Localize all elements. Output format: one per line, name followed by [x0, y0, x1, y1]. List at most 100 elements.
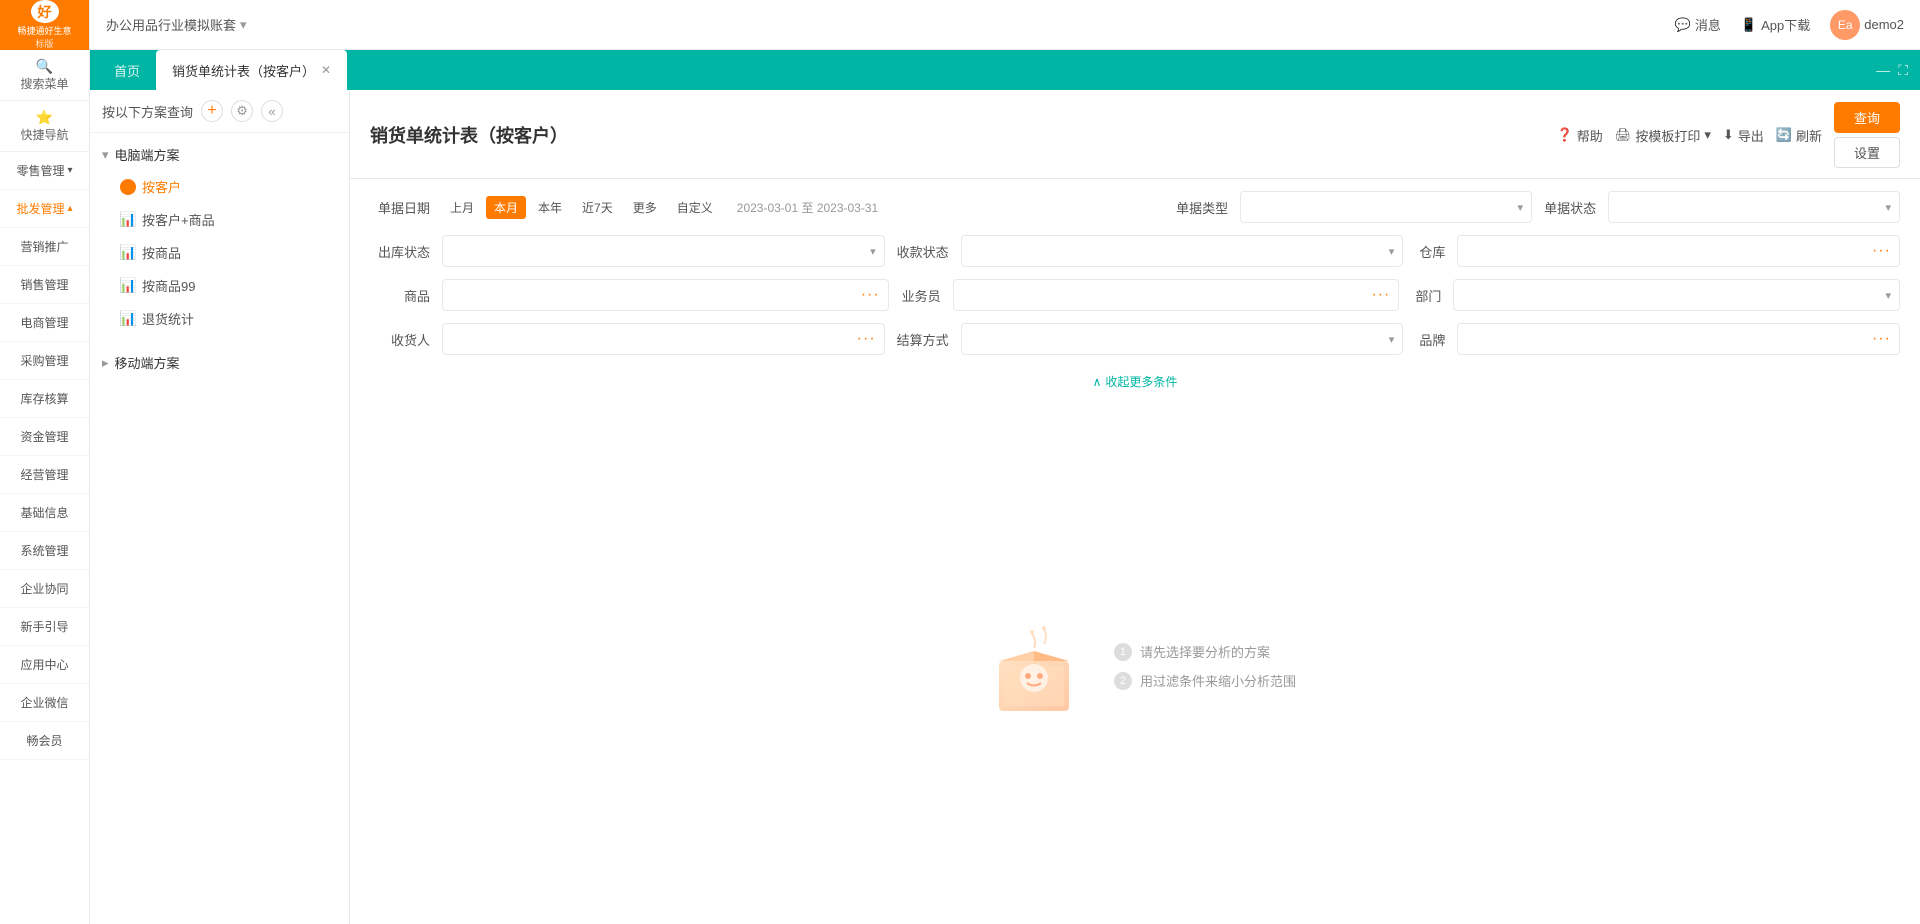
empty-state: 1 请先选择要分析的方案 2 用过滤条件来缩小分析范围 — [350, 408, 1920, 924]
sidebar-item-sales[interactable]: 销售管理 — [0, 266, 89, 304]
chevron-right-icon: ▸ — [102, 355, 109, 371]
sidebar-item-label: 应用中心 — [20, 656, 68, 673]
sidebar-item-finance[interactable]: 资金管理 — [0, 418, 89, 456]
filter-row-2: 出库状态 ▾ 收款状态 ▾ 仓库 ··· — [370, 235, 1900, 267]
empty-hints: 1 请先选择要分析的方案 2 用过滤条件来缩小分析范围 — [1114, 642, 1296, 690]
sidebar-item-inventory[interactable]: 库存核算 — [0, 380, 89, 418]
settlement-select[interactable]: ▾ — [961, 323, 1404, 355]
settings-button[interactable]: 设置 — [1834, 137, 1900, 168]
chevron-down-icon: ▾ — [1885, 289, 1891, 302]
empty-hint-2: 2 用过滤条件来缩小分析范围 — [1114, 671, 1296, 690]
mobile-group-label: 移动端方案 — [115, 353, 180, 372]
payment-select[interactable]: ▾ — [961, 235, 1404, 267]
sidebar-item-wholesale[interactable]: 批发管理 ▴ — [0, 190, 89, 228]
help-icon: ❓ — [1557, 127, 1573, 143]
avatar: Ea — [1830, 10, 1860, 40]
chart-icon: 📊 — [120, 278, 136, 294]
template-print-label: 按模板打印 — [1635, 126, 1700, 145]
customer-icon — [120, 179, 136, 195]
message-icon: 💬 — [1675, 17, 1691, 33]
main-area: 办公用品行业模拟账套 ▾ 💬 消息 📱 App下载 Ea demo2 首页 销货… — [90, 0, 1920, 924]
query-button[interactable]: 查询 — [1834, 102, 1900, 133]
tabbar: 首页 销货单统计表（按客户） ✕ — ⛶ — [90, 50, 1920, 90]
order-status-label: 单据状态 — [1544, 198, 1596, 217]
app-download-label: App下载 — [1761, 15, 1810, 34]
message-btn[interactable]: 💬 消息 — [1675, 15, 1721, 34]
quick-nav[interactable]: ⭐ 快捷导航 — [0, 101, 89, 152]
tab-sales-stats[interactable]: 销货单统计表（按客户） ✕ — [156, 50, 347, 90]
scheme-label: 按客户+商品 — [142, 210, 215, 229]
chevron-down-icon: ▾ — [1518, 201, 1524, 214]
user-profile[interactable]: Ea demo2 — [1830, 10, 1904, 40]
help-button[interactable]: ❓ 帮助 — [1557, 126, 1603, 145]
desktop-group-header[interactable]: ▾ 电脑端方案 — [90, 139, 349, 170]
maximize-icon[interactable]: ⛶ — [1898, 62, 1908, 79]
order-status-select[interactable]: ▾ — [1608, 191, 1900, 223]
refresh-button[interactable]: 🔄 刷新 — [1776, 126, 1822, 145]
scheme-by-product[interactable]: 📊 按商品 — [90, 236, 349, 269]
scheme-label: 按商品 — [142, 243, 181, 262]
sidebar-item-marketing[interactable]: 营销推广 — [0, 228, 89, 266]
left-panel-header: 按以下方案查询 + ⚙ « — [90, 90, 349, 133]
last-7-days-btn[interactable]: 近7天 — [574, 196, 621, 219]
sidebar-item-wechat[interactable]: 企业微信 — [0, 684, 89, 722]
sidebar-item-member[interactable]: 畅会员 — [0, 722, 89, 760]
brand-label: 品牌 — [1415, 330, 1445, 349]
custom-btn[interactable]: 自定义 — [669, 196, 721, 219]
chevron-down-icon: ▾ — [102, 147, 109, 163]
payment-label: 收款状态 — [897, 242, 949, 261]
order-type-select[interactable]: ▾ — [1240, 191, 1532, 223]
sidebar-item-operation[interactable]: 经营管理 — [0, 456, 89, 494]
current-year-btn[interactable]: 本年 — [530, 196, 570, 219]
app-download-btn[interactable]: 📱 App下载 — [1741, 15, 1810, 34]
scheme-by-customer[interactable]: 按客户 — [90, 170, 349, 203]
collapse-panel-button[interactable]: « — [261, 100, 283, 122]
sidebar-item-appcenter[interactable]: 应用中心 — [0, 646, 89, 684]
message-label: 消息 — [1695, 15, 1721, 34]
left-panel: 按以下方案查询 + ⚙ « ▾ 电脑端方案 按客户 📊 按客户+商品 — [90, 90, 350, 924]
salesperson-select[interactable]: ··· — [953, 279, 1400, 311]
add-scheme-button[interactable]: + — [201, 100, 223, 122]
template-print-button[interactable]: 🖨 按模板打印 ▾ — [1615, 126, 1711, 145]
department-select[interactable]: ▾ — [1453, 279, 1900, 311]
company-dropdown[interactable]: 办公用品行业模拟账套 ▾ — [106, 15, 247, 34]
mobile-group-header[interactable]: ▸ 移动端方案 — [90, 347, 349, 378]
logo[interactable]: 好 畅捷通好生意 标版 — [0, 0, 89, 50]
current-month-btn[interactable]: 本月 — [486, 196, 526, 219]
more-btn[interactable]: 更多 — [625, 196, 665, 219]
sidebar-item-basic[interactable]: 基础信息 — [0, 494, 89, 532]
collapse-filters-button[interactable]: ∧ 收起更多条件 — [1087, 367, 1184, 396]
page-header: 销货单统计表（按客户） ❓ 帮助 🖨 按模板打印 ▾ ⬇ — [350, 90, 1920, 179]
chevron-down-icon: ▾ — [1389, 333, 1395, 346]
scheme-label: 退货统计 — [142, 309, 194, 328]
sidebar-item-label: 畅会员 — [26, 732, 62, 749]
scheme-customer-product[interactable]: 📊 按客户+商品 — [90, 203, 349, 236]
sidebar-item-purchase[interactable]: 采购管理 — [0, 342, 89, 380]
print-icon: 🖨 — [1615, 127, 1632, 143]
settings-scheme-button[interactable]: ⚙ — [231, 100, 253, 122]
brand-select[interactable]: ··· — [1457, 323, 1900, 355]
close-tab-icon[interactable]: ✕ — [321, 63, 331, 77]
warehouse-select[interactable]: ··· — [1457, 235, 1900, 267]
export-button[interactable]: ⬇ 导出 — [1723, 126, 1764, 145]
date-quick-btns: 上月 本月 本年 近7天 更多 自定义 — [442, 196, 721, 219]
sidebar-item-newbie[interactable]: 新手引导 — [0, 608, 89, 646]
scheme-return-stats[interactable]: 📊 退货统计 — [90, 302, 349, 335]
scheme-by-product-99[interactable]: 📊 按商品99 — [90, 269, 349, 302]
tab-home-label: 首页 — [114, 61, 140, 80]
product-select[interactable]: ··· — [442, 279, 889, 311]
sidebar-item-ecommerce[interactable]: 电商管理 — [0, 304, 89, 342]
chevron-down-icon: ▾ — [1704, 127, 1711, 143]
minimize-icon[interactable]: — — [1876, 62, 1890, 78]
receiver-select[interactable]: ··· — [442, 323, 885, 355]
last-month-btn[interactable]: 上月 — [442, 196, 482, 219]
sidebar-item-enterprise[interactable]: 企业协同 — [0, 570, 89, 608]
sidebar-item-label: 采购管理 — [20, 352, 68, 369]
content: 按以下方案查询 + ⚙ « ▾ 电脑端方案 按客户 📊 按客户+商品 — [90, 90, 1920, 924]
outbound-select[interactable]: ▾ — [442, 235, 885, 267]
tab-home[interactable]: 首页 — [98, 50, 156, 90]
sidebar-item-system[interactable]: 系统管理 — [0, 532, 89, 570]
sidebar-item-retail[interactable]: 零售管理 ▾ — [0, 152, 89, 190]
search-menu[interactable]: 🔍 搜索菜单 — [0, 50, 89, 101]
sidebar-item-label: 销售管理 — [20, 276, 68, 293]
